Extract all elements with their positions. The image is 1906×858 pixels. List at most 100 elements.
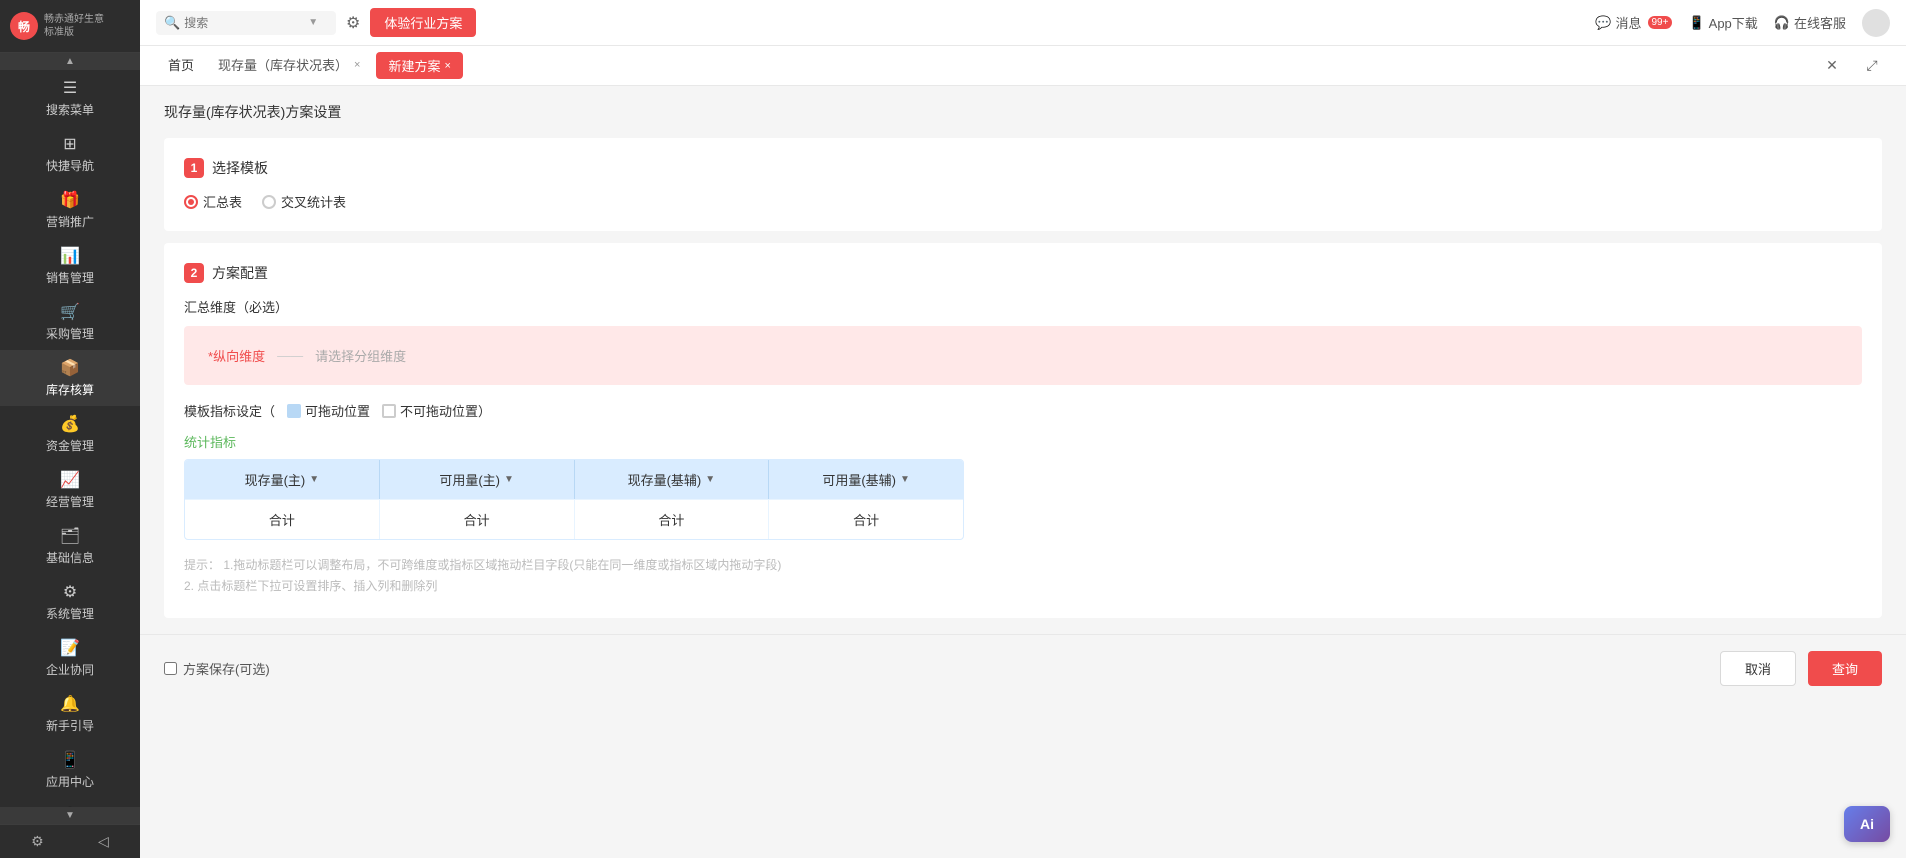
radio-summary-label: 汇总表	[203, 192, 242, 211]
sidebar-nav: ☰ 搜索菜单 ⊞ 快捷导航 🎁 营销推广 📊 销售管理 🛒 采购管理 📦 库存核…	[0, 70, 140, 807]
ai-button[interactable]: Ai	[1844, 806, 1890, 842]
save-option: 方案保存(可选)	[164, 659, 270, 678]
tab-new-plan[interactable]: 新建方案 ×	[376, 52, 462, 79]
search-icon: 🔍	[164, 15, 180, 31]
search-input[interactable]	[184, 16, 304, 30]
step2-section: 2 方案配置 汇总维度（必选） *纵向维度 —— 请选择分组维度 模板指标设定（	[164, 243, 1882, 618]
header-label-2: 现存量(基辅)	[628, 470, 702, 489]
dialog-expand-icon[interactable]: ⤢	[1854, 48, 1890, 84]
tab-home[interactable]: 首页	[156, 46, 206, 86]
sidebar-item-label: 系统管理	[46, 605, 94, 622]
sidebar-item-purchase[interactable]: 🛒 采购管理	[0, 294, 140, 350]
radio-summary[interactable]: 汇总表	[184, 192, 242, 211]
header-cell-1[interactable]: 可用量(主) ▼	[380, 460, 575, 499]
sidebar-sound-icon[interactable]: ◁	[98, 833, 109, 850]
topbar-right: 💬 消息 99+ 📱 App下载 🎧 在线客服	[1595, 9, 1890, 37]
operation-icon: 📈	[60, 470, 80, 490]
header-label-3: 可用量(基辅)	[822, 470, 896, 489]
headset-icon: 🎧	[1774, 15, 1790, 31]
sidebar-item-system[interactable]: ⚙ 系统管理	[0, 574, 140, 630]
save-checkbox[interactable]	[164, 662, 177, 675]
no-drag-indicator: 不可拖动位置）	[382, 401, 491, 420]
sidebar-item-sales[interactable]: 📊 销售管理	[0, 238, 140, 294]
sidebar-item-marketing[interactable]: 🎁 营销推广	[0, 182, 140, 238]
finance-icon: 💰	[60, 414, 80, 434]
phone-icon: 📱	[1688, 15, 1704, 31]
stat-table-header: 现存量(主) ▼ 可用量(主) ▼ 现存量(基辅) ▼	[185, 460, 963, 499]
sidebar-item-finance[interactable]: 💰 资金管理	[0, 406, 140, 462]
trial-button[interactable]: 体验行业方案	[370, 8, 476, 37]
search-menu-icon: ☰	[63, 78, 77, 98]
stat-table-body: 合计 合计 合计 合计	[185, 499, 963, 539]
sidebar-item-label: 新手引导	[46, 717, 94, 734]
tabs-bar: 首页 现存量（库存状况表） × 新建方案 × ✕ ⤢	[140, 46, 1906, 86]
sidebar-scroll-up[interactable]: ▲	[0, 53, 140, 70]
purchase-icon: 🛒	[60, 302, 80, 322]
body-cell-0-3: 合计	[769, 499, 963, 539]
sidebar: 畅 畅赤通好生意 标准版 ▲ ☰ 搜索菜单 ⊞ 快捷导航 🎁 营销推广 📊 销售…	[0, 0, 140, 858]
user-avatar[interactable]	[1862, 9, 1890, 37]
inventory-icon: 📦	[60, 358, 80, 378]
query-button[interactable]: 查询	[1808, 651, 1882, 686]
message-icon: 💬	[1595, 15, 1611, 31]
step2-header: 2 方案配置	[184, 263, 1862, 283]
logo-text: 畅赤通好生意 标准版	[44, 13, 104, 39]
radio-cross[interactable]: 交叉统计表	[262, 192, 346, 211]
chevron-1-icon: ▼	[504, 474, 514, 485]
template-settings-label: 模板指标设定（	[184, 401, 275, 420]
sidebar-item-guide[interactable]: 🔔 新手引导	[0, 686, 140, 742]
sidebar-item-label: 基础信息	[46, 549, 94, 566]
content-area: 现存量(库存状况表)方案设置 1 选择模板 汇总表 交叉统计表	[140, 86, 1906, 858]
tab-new-close-icon[interactable]: ×	[444, 60, 450, 72]
sidebar-item-operation[interactable]: 📈 经营管理	[0, 462, 140, 518]
header-cell-0[interactable]: 现存量(主) ▼	[185, 460, 380, 499]
tip-2: 2. 点击标题栏下拉可设置排序、插入列和删除列	[184, 577, 1862, 594]
radio-cross-label: 交叉统计表	[281, 192, 346, 211]
messages-button[interactable]: 💬 消息 99+	[1595, 13, 1672, 32]
tab-inventory-close-icon[interactable]: ×	[354, 59, 360, 71]
app-download-button[interactable]: 📱 App下载	[1688, 13, 1757, 32]
dim-line: ——	[277, 348, 303, 363]
sidebar-scroll-down[interactable]: ▼	[0, 807, 140, 824]
guide-icon: 🔔	[60, 694, 80, 714]
sidebar-item-search[interactable]: ☰ 搜索菜单	[0, 70, 140, 126]
header-cell-2[interactable]: 现存量(基辅) ▼	[575, 460, 770, 499]
tab-inventory[interactable]: 现存量（库存状况表） ×	[206, 46, 372, 86]
search-chevron-icon: ▼	[308, 17, 318, 28]
vertical-dim-required-label: *纵向维度	[208, 346, 265, 365]
template-settings: 模板指标设定（ 可拖动位置 不可拖动位置） 统计指标	[184, 401, 1862, 594]
radio-cross-dot	[262, 195, 276, 209]
sidebar-item-label: 应用中心	[46, 773, 94, 790]
footer-area: 方案保存(可选) 取消 查询	[140, 634, 1906, 702]
header-cell-3[interactable]: 可用量(基辅) ▼	[769, 460, 963, 499]
cancel-button[interactable]: 取消	[1720, 651, 1796, 686]
draggable-box-icon	[287, 404, 301, 418]
dimension-box[interactable]: *纵向维度 —— 请选择分组维度	[184, 326, 1862, 385]
sidebar-item-wechat[interactable]: 💬 企业微信	[0, 798, 140, 807]
sidebar-item-label: 搜索菜单	[46, 101, 94, 118]
sidebar-item-shortcut[interactable]: ⊞ 快捷导航	[0, 126, 140, 182]
main-area: 🔍 ▼ ⚙ 体验行业方案 💬 消息 99+ 📱 App下载 🎧 在线客服	[140, 0, 1906, 858]
chevron-3-icon: ▼	[900, 474, 910, 485]
body-cell-0-2: 合计	[575, 499, 770, 539]
sidebar-item-label: 采购管理	[46, 325, 94, 342]
sidebar-item-contract[interactable]: 📝 企业协同	[0, 630, 140, 686]
radio-summary-dot	[184, 195, 198, 209]
topbar-gear-icon[interactable]: ⚙	[346, 13, 360, 33]
template-radio-group: 汇总表 交叉统计表	[184, 192, 1862, 211]
body-cell-0-0: 合计	[185, 499, 380, 539]
sidebar-settings-icon[interactable]: ⚙	[31, 833, 44, 850]
online-service-button[interactable]: 🎧 在线客服	[1774, 13, 1846, 32]
page-title: 现存量(库存状况表)方案设置	[164, 102, 1882, 122]
no-draggable-box-icon	[382, 404, 396, 418]
header-label-0: 现存量(主)	[245, 470, 306, 489]
sidebar-item-inventory[interactable]: 📦 库存核算	[0, 350, 140, 406]
sidebar-item-appstore[interactable]: 📱 应用中心	[0, 742, 140, 798]
basic-icon: 🗂	[60, 526, 80, 546]
sidebar-item-label: 资金管理	[46, 437, 94, 454]
sidebar-logo: 畅 畅赤通好生意 标准版	[0, 0, 140, 53]
search-box: 🔍 ▼	[156, 11, 336, 35]
sidebar-item-label: 销售管理	[46, 269, 94, 286]
sidebar-item-basic[interactable]: 🗂 基础信息	[0, 518, 140, 574]
dialog-close-icon[interactable]: ✕	[1814, 48, 1850, 84]
